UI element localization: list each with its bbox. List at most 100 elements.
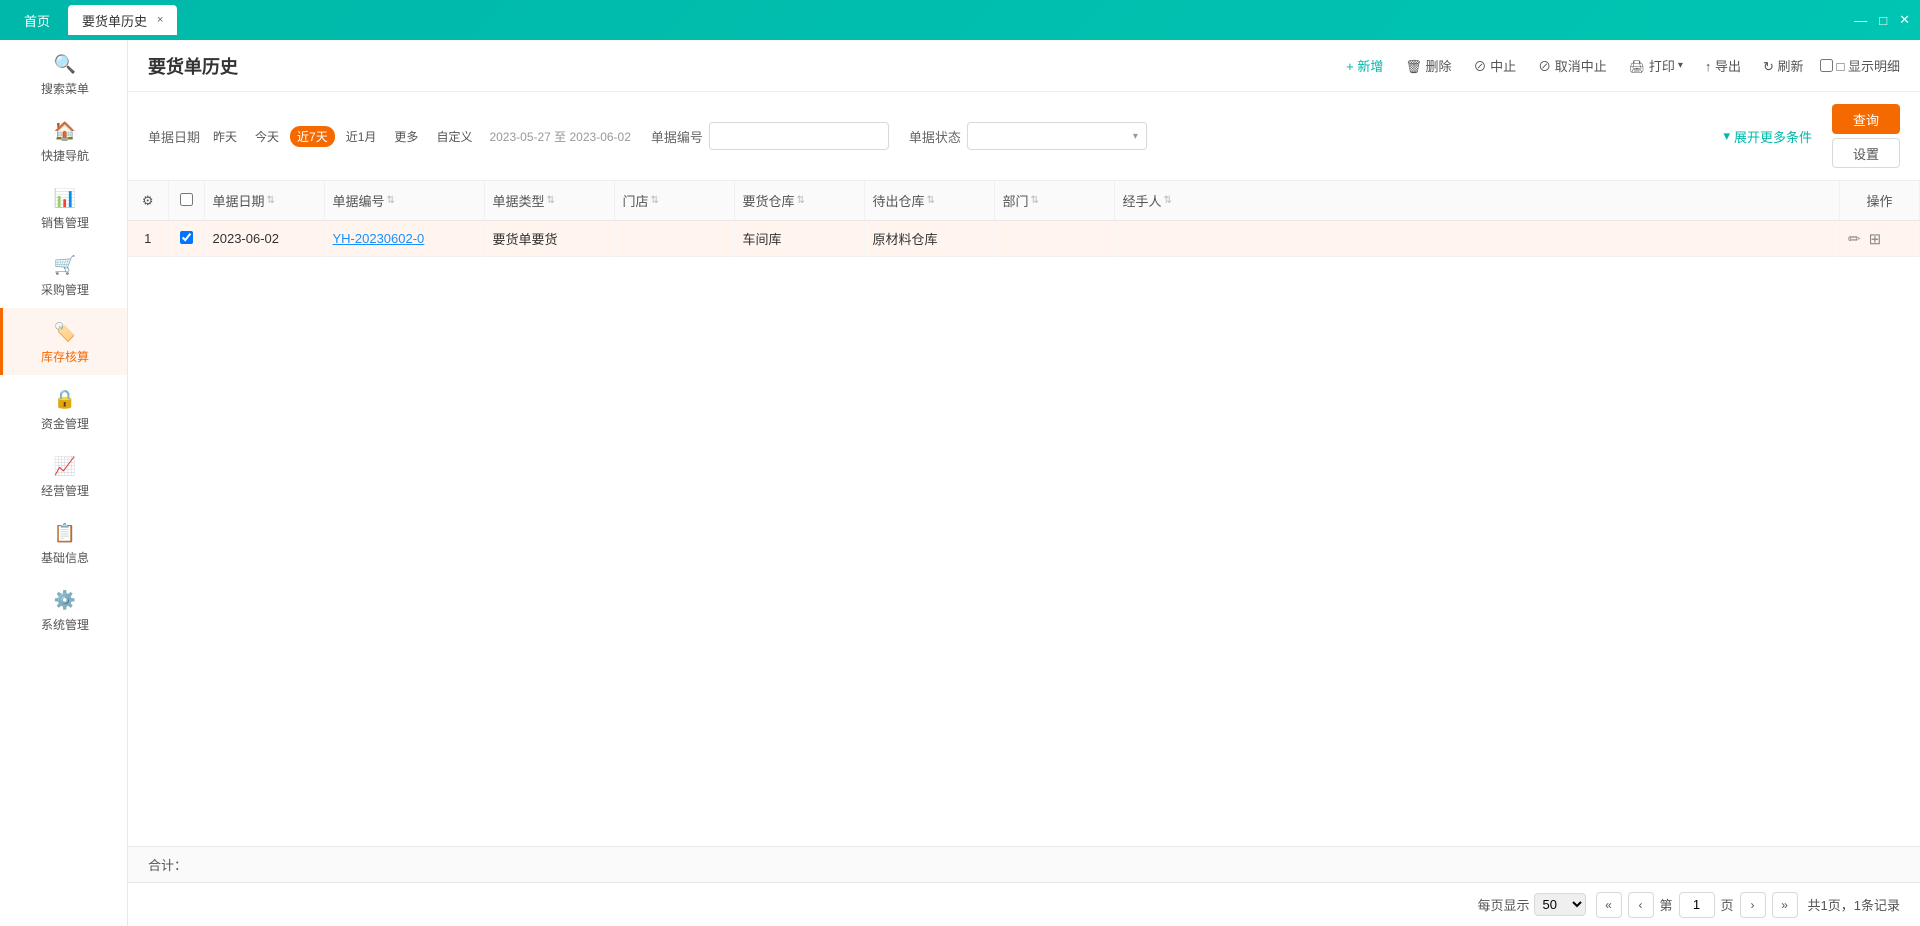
cell-doc-type: 要货单要货	[484, 221, 614, 257]
sort-doc-no[interactable]: 单据编号 ⇅	[333, 191, 395, 210]
sidebar-item-sales-mgmt[interactable]: 📊 销售管理	[0, 174, 127, 241]
export-button[interactable]: ↑ 导出	[1699, 52, 1747, 79]
main-layout: 🔍 搜索菜单 🏠 快捷导航 📊 销售管理 🛒 采购管理 🏷️ 库存核算 🔒 资金…	[0, 40, 1920, 926]
sidebar-item-inventory-calc[interactable]: 🏷️ 库存核算	[0, 308, 127, 375]
docno-input[interactable]	[709, 122, 889, 150]
cell-doc-no[interactable]: YH-20230602-0	[324, 221, 484, 257]
print-button[interactable]: 🖨 打印 ▾	[1623, 52, 1689, 79]
sort-department[interactable]: 部门 ⇅	[1003, 191, 1039, 210]
window-close[interactable]: ✕	[1899, 12, 1910, 28]
sidebar-label-quick-nav: 快捷导航	[41, 147, 89, 164]
sidebar-item-quick-nav[interactable]: 🏠 快捷导航	[0, 107, 127, 174]
table-body: 1 2023-06-02 YH-20230602-0 要货单要货 车间库 原材料…	[128, 221, 1920, 257]
tab-close-icon[interactable]: ×	[157, 14, 163, 26]
sort-store[interactable]: 门店 ⇅	[623, 191, 659, 210]
table-summary-bar: 合计：	[128, 846, 1920, 882]
sys-mgmt-icon: ⚙️	[54, 590, 76, 611]
display-detail-toggle[interactable]: □ 显示明细	[1820, 56, 1900, 75]
tab-requisition-history[interactable]: 要货单历史 ×	[68, 5, 177, 35]
tab-home-label: 首页	[24, 11, 50, 30]
page-total-label: 共1页，1条记录	[1808, 895, 1900, 914]
row-checkbox[interactable]	[180, 231, 193, 244]
shortcut-today[interactable]: 今天	[248, 126, 286, 147]
sidebar-item-sys-mgmt[interactable]: ⚙️ 系统管理	[0, 576, 127, 643]
sort-doc-type[interactable]: 单据类型 ⇅	[493, 191, 555, 210]
shortcut-more[interactable]: 更多	[387, 126, 425, 147]
doc-link[interactable]: YH-20230602-0	[333, 231, 425, 246]
sort-handler[interactable]: 经手人 ⇅	[1123, 191, 1172, 210]
col-pending-warehouse-label: 待出仓库	[873, 191, 925, 210]
delete-button[interactable]: 🗑 删除	[1399, 52, 1457, 79]
page-unit-label: 页	[1721, 895, 1734, 914]
status-select[interactable]: ▾	[967, 122, 1147, 150]
cell-store	[614, 221, 734, 257]
shortcut-last7days[interactable]: 近7天	[290, 126, 335, 147]
tab-home[interactable]: 首页	[10, 5, 64, 35]
col-gear[interactable]: ⚙	[128, 181, 168, 221]
col-pending-warehouse[interactable]: 待出仓库 ⇅	[864, 181, 994, 221]
prev-page-button[interactable]: ‹	[1628, 892, 1654, 918]
pagination-nav: « ‹ 第 页 › »	[1596, 892, 1798, 918]
table-container: ⚙ 单据日期 ⇅ 单据编号	[128, 181, 1920, 846]
sort-pending-warehouse[interactable]: 待出仓库 ⇅	[873, 191, 935, 210]
shortcut-last1month[interactable]: 近1月	[339, 126, 384, 147]
page-size-select[interactable]: 20 50 100 200	[1534, 893, 1586, 916]
cell-check[interactable]	[168, 221, 204, 257]
shortcut-custom[interactable]: 自定义	[429, 126, 479, 147]
shortcut-yesterday[interactable]: 昨天	[206, 126, 244, 147]
basic-info-icon: 📋	[54, 523, 76, 544]
col-check[interactable]	[168, 181, 204, 221]
sort-handler-icon: ⇅	[1164, 195, 1172, 206]
col-doc-no[interactable]: 单据编号 ⇅	[324, 181, 484, 221]
sidebar-item-purchase-mgmt[interactable]: 🛒 采购管理	[0, 241, 127, 308]
sidebar-item-ops-mgmt[interactable]: 📈 经营管理	[0, 442, 127, 509]
window-minimize[interactable]: —	[1854, 13, 1867, 28]
edit-icon[interactable]: ✏	[1848, 230, 1861, 248]
sort-doc-no-icon: ⇅	[387, 195, 395, 206]
col-handler[interactable]: 经手人 ⇅	[1114, 181, 1840, 221]
setting-button[interactable]: 设置	[1832, 138, 1900, 168]
sort-doc-date[interactable]: 单据日期 ⇅	[213, 191, 275, 210]
search-menu-icon: 🔍	[54, 54, 76, 75]
query-button[interactable]: 查询	[1832, 104, 1900, 134]
expand-more-btn[interactable]: ▾ 展开更多条件	[1723, 127, 1812, 146]
stop-button[interactable]: ⊘ 中止	[1467, 52, 1522, 79]
col-doc-date[interactable]: 单据日期 ⇅	[204, 181, 324, 221]
display-detail-checkbox[interactable]	[1820, 59, 1833, 72]
first-page-button[interactable]: «	[1596, 892, 1622, 918]
docno-filter-label: 单据编号	[651, 127, 703, 146]
filter-group-docno: 单据编号	[651, 122, 889, 150]
sort-req-warehouse[interactable]: 要货仓库 ⇅	[743, 191, 805, 210]
page-size-group: 每页显示 20 50 100 200	[1477, 893, 1585, 916]
refresh-label: ↻ 刷新	[1763, 56, 1804, 75]
new-button[interactable]: + 新增	[1340, 52, 1389, 79]
cell-doc-date: 2023-06-02	[204, 221, 324, 257]
select-all-checkbox[interactable]	[180, 193, 193, 206]
col-doc-type[interactable]: 单据类型 ⇅	[484, 181, 614, 221]
detail-icon[interactable]: ⊞	[1869, 230, 1882, 248]
current-page-input[interactable]	[1679, 892, 1715, 918]
window-maximize[interactable]: □	[1879, 13, 1887, 28]
top-bar: 首页 要货单历史 × — □ ✕	[0, 0, 1920, 40]
sidebar-item-basic-info[interactable]: 📋 基础信息	[0, 509, 127, 576]
new-label: + 新增	[1346, 56, 1383, 75]
sort-store-icon: ⇅	[651, 195, 659, 206]
status-filter-label: 单据状态	[909, 127, 961, 146]
sidebar-item-search-menu[interactable]: 🔍 搜索菜单	[0, 40, 127, 107]
last-page-button[interactable]: »	[1772, 892, 1798, 918]
date-shortcuts: 昨天 今天 近7天 近1月 更多 自定义	[206, 126, 479, 147]
col-department[interactable]: 部门 ⇅	[994, 181, 1114, 221]
table-row[interactable]: 1 2023-06-02 YH-20230602-0 要货单要货 车间库 原材料…	[128, 221, 1920, 257]
sort-doc-type-icon: ⇅	[547, 195, 555, 206]
col-doc-date-label: 单据日期	[213, 191, 265, 210]
sidebar-label-search-menu: 搜索菜单	[41, 80, 89, 97]
sidebar-item-capital-mgmt[interactable]: 🔒 资金管理	[0, 375, 127, 442]
capital-mgmt-icon: 🔒	[54, 389, 76, 410]
next-page-button[interactable]: ›	[1740, 892, 1766, 918]
page-size-label: 每页显示	[1477, 895, 1529, 914]
col-req-warehouse[interactable]: 要货仓库 ⇅	[734, 181, 864, 221]
cancel-stop-button[interactable]: ⊘ 取消中止	[1532, 52, 1613, 79]
refresh-button[interactable]: ↻ 刷新	[1757, 52, 1810, 79]
sidebar-label-basic-info: 基础信息	[41, 549, 89, 566]
col-store[interactable]: 门店 ⇅	[614, 181, 734, 221]
